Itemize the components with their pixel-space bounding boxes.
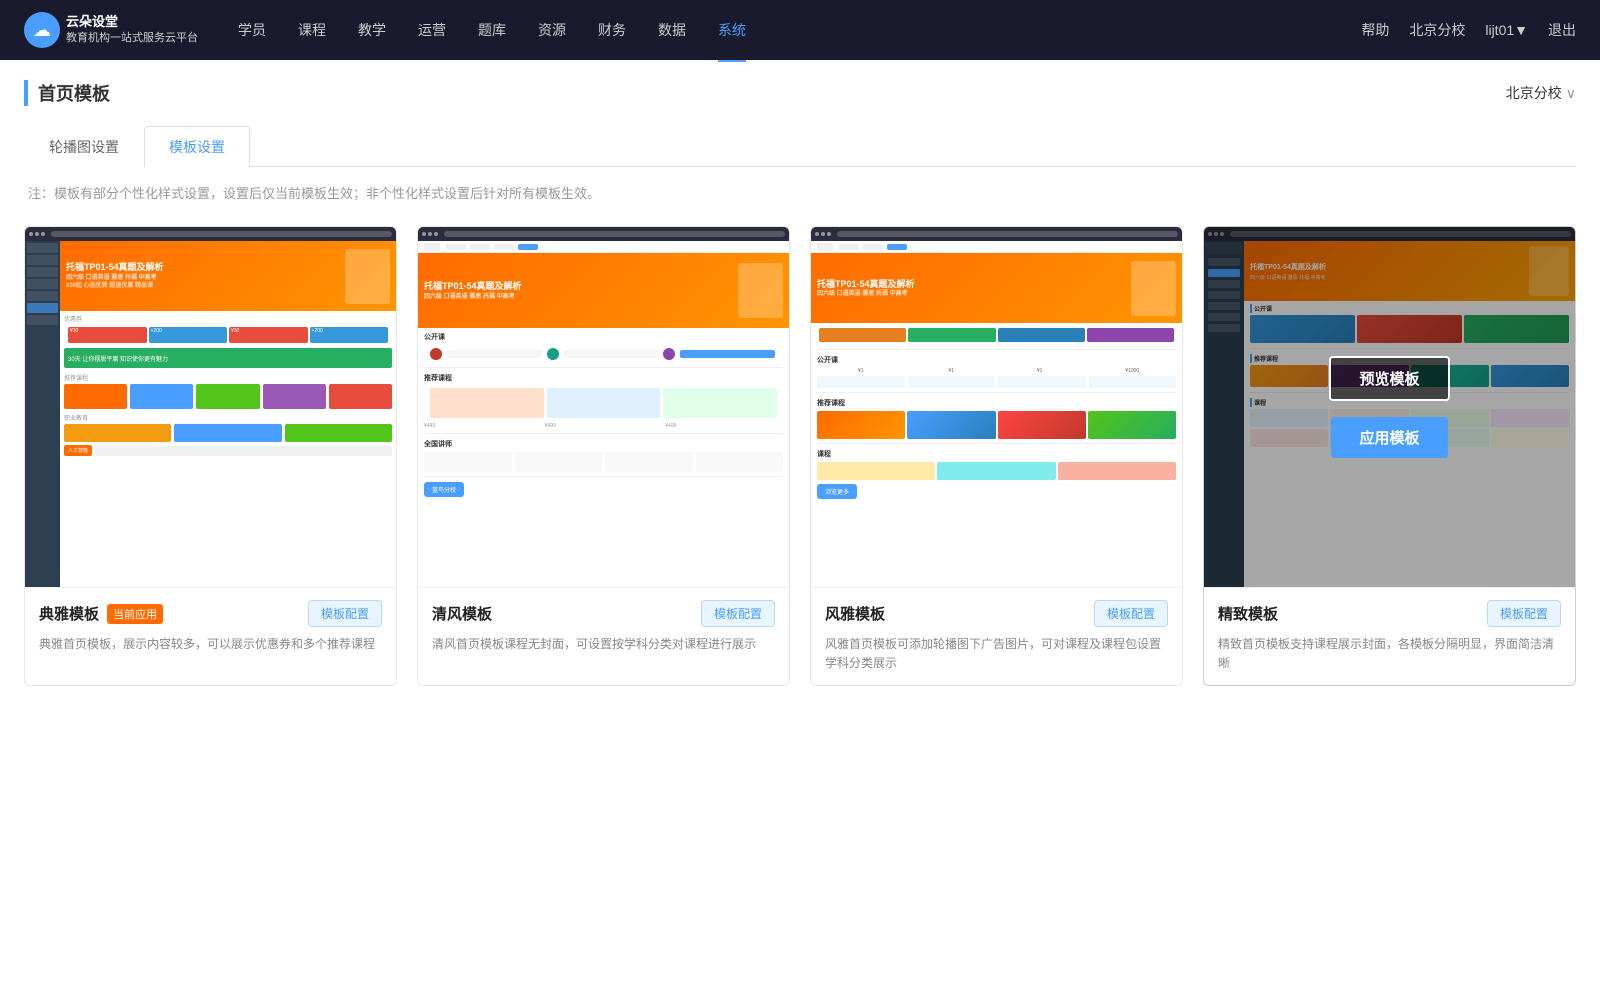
template-preview-2[interactable]: 托福TP01-54真题及解析 四六级 口语英语 雅思 托福 中高考 公开课 (418, 227, 789, 587)
nav-teaching[interactable]: 教学 (358, 16, 386, 44)
template-name-3: 风雅模板 (825, 603, 885, 624)
note-text: 注：模板有部分个性化样式设置，设置后仅当前模板生效；非个性化样式设置后针对所有模… (24, 183, 1576, 202)
nav-finance[interactable]: 财务 (598, 16, 626, 44)
chevron-down-icon: ∨ (1566, 85, 1576, 102)
card-desc-1: 典雅首页模板，展示内容较多，可以展示优惠券和多个推荐课程 (39, 635, 382, 654)
tab-template[interactable]: 模板设置 (144, 126, 250, 167)
config-btn-2[interactable]: 模板配置 (701, 600, 775, 627)
branch-link[interactable]: 北京分校 (1409, 20, 1465, 40)
apply-template-btn[interactable]: 应用模板 (1331, 417, 1447, 458)
card-footer-1: 典雅模板 当前应用 模板配置 典雅首页模板，展示内容较多，可以展示优惠券和多个推… (25, 587, 396, 666)
nav-students[interactable]: 学员 (238, 16, 266, 44)
card-footer-2: 清风模板 模板配置 清风首页模板课程无封面，可设置按学科分类对课程进行展示 (418, 587, 789, 666)
template-grid: 托福TP01-54真题及解析 四六级 口语英语 雅思 托福 中高考 ¥30起 心… (24, 226, 1576, 686)
preview-green-banner-1: 30天 让你摆脱平庸 知识使你更有魅力 (64, 348, 392, 368)
user-menu[interactable]: lijt01▼ (1485, 22, 1528, 38)
branch-selector[interactable]: 北京分校 ∨ (1506, 83, 1576, 103)
tab-bar: 轮播图设置 模板设置 (24, 126, 1576, 167)
nav-operations[interactable]: 运营 (418, 16, 446, 44)
help-link[interactable]: 帮助 (1361, 20, 1389, 40)
template-name-1: 典雅模板 (39, 603, 99, 624)
preview-sidebar-1 (25, 241, 60, 587)
nav-question-bank[interactable]: 题库 (478, 16, 506, 44)
template-card-2: 托福TP01-54真题及解析 四六级 口语英语 雅思 托福 中高考 公开课 (417, 226, 790, 686)
card-footer-4: 精致模板 模板配置 精致首页模板支持课程展示封面，各模板分隔明显，界面简洁清晰 (1204, 587, 1575, 685)
preview-main-1: 托福TP01-54真题及解析 四六级 口语英语 雅思 托福 中高考 ¥30起 心… (60, 241, 396, 587)
card-desc-4: 精致首页模板支持课程展示封面，各模板分隔明显，界面简洁清晰 (1218, 635, 1561, 673)
current-badge-1: 当前应用 (107, 604, 163, 624)
card-title-left-2: 清风模板 (432, 603, 492, 624)
preview-nav-bar-3 (811, 227, 1182, 241)
logout-link[interactable]: 退出 (1548, 20, 1576, 40)
preview-divider-2 (424, 367, 783, 368)
card-desc-3: 风雅首页模板可添加轮播图下广告图片，可对课程及课程包设置学科分类展示 (825, 635, 1168, 673)
template-card-4: 托福TP01-54真题及解析 四六级 口语英语 雅思 托福 中高考 公开课 (1203, 226, 1576, 686)
top-navigation: ☁ 云朵设堂 教育机构一站式服务云平台 学员 课程 教学 运营 题库 资源 财务… (0, 0, 1600, 60)
card-footer-3: 风雅模板 模板配置 风雅首页模板可添加轮播图下广告图片，可对课程及课程包设置学科… (811, 587, 1182, 685)
config-btn-1[interactable]: 模板配置 (308, 600, 382, 627)
logo-icon: ☁ (24, 12, 60, 48)
template-preview-1[interactable]: 托福TP01-54真题及解析 四六级 口语英语 雅思 托福 中高考 ¥30起 心… (25, 227, 396, 587)
preview-nav-bar-2 (418, 227, 789, 241)
card-title-row-3: 风雅模板 模板配置 (825, 600, 1168, 627)
card-title-left-4: 精致模板 (1218, 603, 1278, 624)
nav-system[interactable]: 系统 (718, 16, 746, 44)
page-title: 首页模板 (24, 80, 110, 106)
preview-nav-bar-1 (25, 227, 396, 241)
card-desc-2: 清风首页模板课程无封面，可设置按学科分类对课程进行展示 (432, 635, 775, 654)
template-card-3: 托福TP01-54真题及解析 四六级 口语英语 雅思 托福 中高考 (810, 226, 1183, 686)
card-title-row-4: 精致模板 模板配置 (1218, 600, 1561, 627)
page-content: 首页模板 北京分校 ∨ 轮播图设置 模板设置 注：模板有部分个性化样式设置，设置… (0, 60, 1600, 990)
template-name-4: 精致模板 (1218, 603, 1278, 624)
template-overlay-4: 预览模板 应用模板 (1204, 227, 1575, 587)
logo-text: 云朵设堂 教育机构一站式服务云平台 (66, 14, 198, 45)
card-title-left-1: 典雅模板 当前应用 (39, 603, 163, 624)
template-card-1: 托福TP01-54真题及解析 四六级 口语英语 雅思 托福 中高考 ¥30起 心… (24, 226, 397, 686)
nav-resources[interactable]: 资源 (538, 16, 566, 44)
page-header: 首页模板 北京分校 ∨ (24, 80, 1576, 106)
main-menu: 学员 课程 教学 运营 题库 资源 财务 数据 系统 (238, 16, 1361, 44)
nav-data[interactable]: 数据 (658, 16, 686, 44)
card-title-row-1: 典雅模板 当前应用 模板配置 (39, 600, 382, 627)
topnav-right-actions: 帮助 北京分校 lijt01▼ 退出 (1361, 20, 1576, 40)
preview-template-btn[interactable]: 预览模板 (1329, 356, 1449, 401)
template-preview-3[interactable]: 托福TP01-54真题及解析 四六级 口语英语 雅思 托福 中高考 (811, 227, 1182, 587)
template-preview-4[interactable]: 托福TP01-54真题及解析 四六级 口语英语 雅思 托福 中高考 公开课 (1204, 227, 1575, 587)
card-title-left-3: 风雅模板 (825, 603, 885, 624)
tab-carousel[interactable]: 轮播图设置 (24, 126, 144, 167)
template-name-2: 清风模板 (432, 603, 492, 624)
card-title-row-2: 清风模板 模板配置 (432, 600, 775, 627)
logo[interactable]: ☁ 云朵设堂 教育机构一站式服务云平台 (24, 12, 198, 48)
config-btn-4[interactable]: 模板配置 (1487, 600, 1561, 627)
config-btn-3[interactable]: 模板配置 (1094, 600, 1168, 627)
nav-courses[interactable]: 课程 (298, 16, 326, 44)
branch-name: 北京分校 (1506, 83, 1562, 103)
